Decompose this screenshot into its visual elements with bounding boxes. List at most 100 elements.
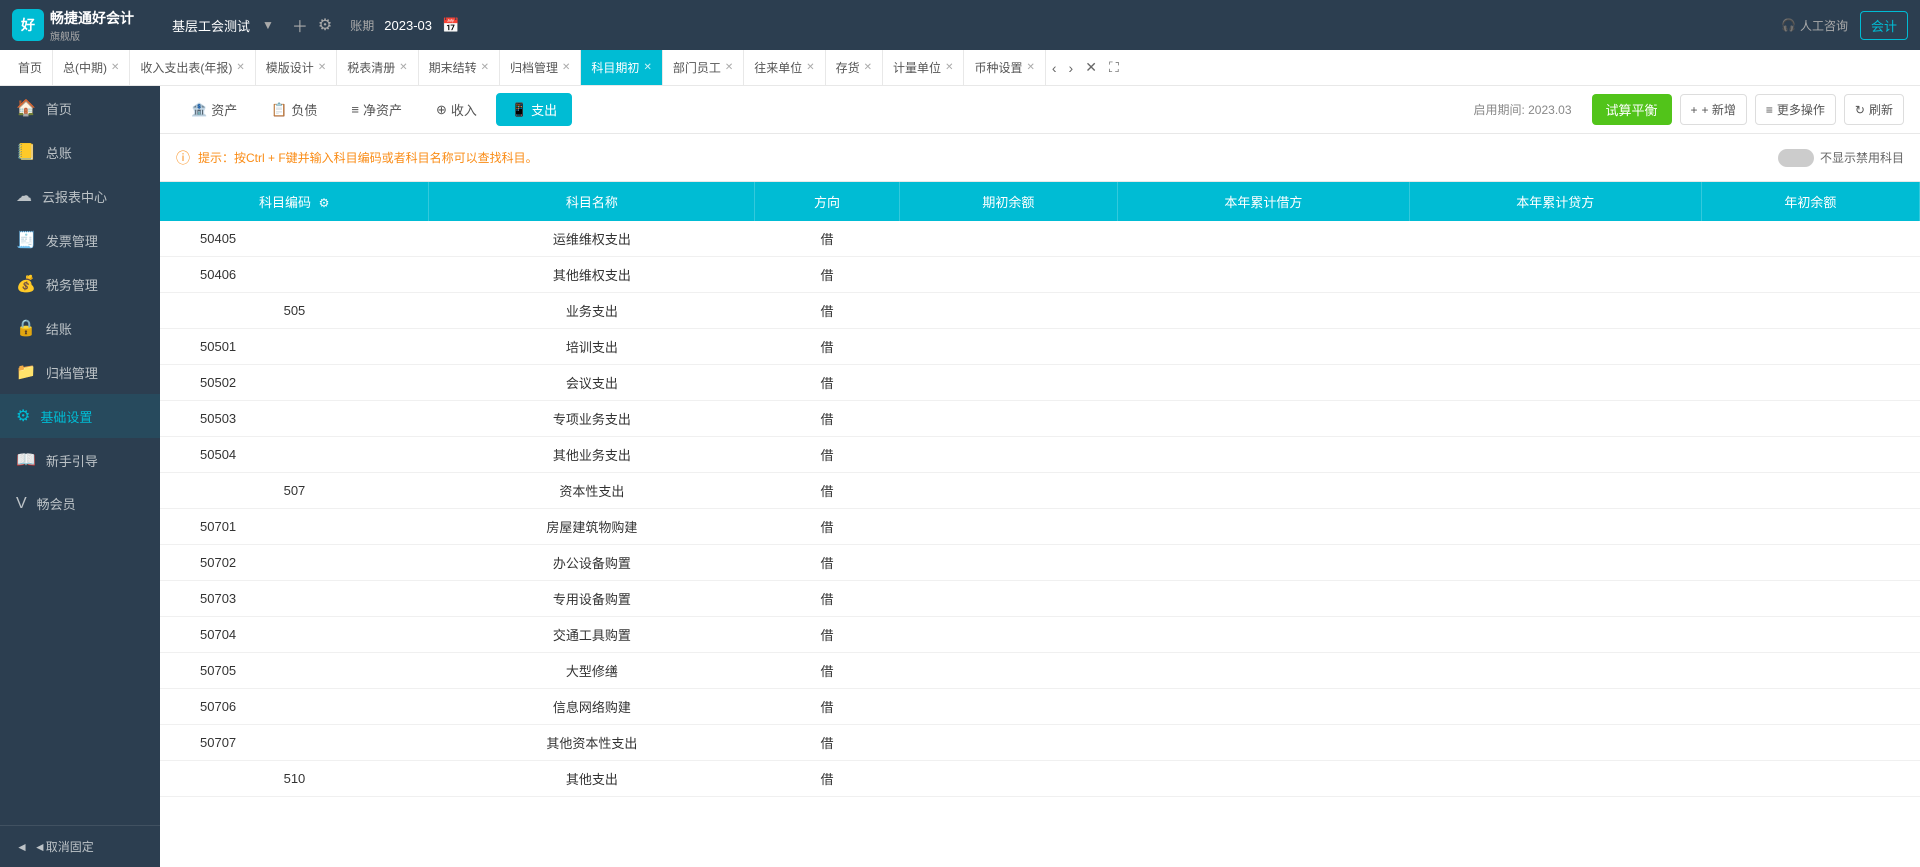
tip-text: 提示：按Ctrl + F键并输入科目编码或者科目名称可以查找科目。 (198, 149, 538, 166)
tab-close-icon[interactable]: ✕ (864, 62, 872, 73)
sidebar-item-guide[interactable]: 📖 新手引导 (0, 438, 160, 482)
cell-ytd-debit (1118, 653, 1410, 689)
table-row[interactable]: 50705大型修缮借 (160, 653, 1920, 689)
table-row[interactable]: 50501培训支出借 (160, 329, 1920, 365)
sub-tab-expense[interactable]: 📱 支出 (496, 93, 572, 126)
table-row[interactable]: 50405运维维权支出借 (160, 221, 1920, 257)
settings-col-icon[interactable]: ⚙ (319, 196, 330, 210)
tab-department[interactable]: 部门员工 ✕ (663, 50, 744, 86)
cell-name: 专项业务支出 (429, 401, 755, 437)
tab-contacts[interactable]: 往来单位 ✕ (744, 50, 825, 86)
cell-code: 50705 (160, 653, 429, 689)
tab-currency[interactable]: 币种设置 ✕ (964, 50, 1045, 86)
tab-income-annual[interactable]: 收入支出表(年报) ✕ (130, 50, 255, 86)
cell-ytd-credit (1409, 329, 1701, 365)
tab-close-icon[interactable]: ✕ (643, 62, 651, 73)
sidebar-item-home[interactable]: 🏠 首页 (0, 86, 160, 130)
cell-dir: 借 (755, 293, 900, 329)
refresh-button[interactable]: ↻ 刷新 (1844, 94, 1904, 125)
sidebar-collapse-button[interactable]: ◄ ◄取消固定 (0, 825, 160, 867)
add-button[interactable]: + + 新增 (1680, 94, 1747, 125)
cell-ytd-credit (1409, 473, 1701, 509)
tab-unit[interactable]: 计量单位 ✕ (883, 50, 964, 86)
sidebar-item-invoice[interactable]: 🧾 发票管理 (0, 218, 160, 262)
tab-next-icon[interactable]: › (1063, 60, 1080, 76)
table-row[interactable]: 50502会议支出借 (160, 365, 1920, 401)
table-row[interactable]: 50702办公设备购置借 (160, 545, 1920, 581)
tab-close-icon[interactable]: ✕ (1026, 62, 1034, 73)
disable-toggle[interactable] (1778, 149, 1814, 167)
account-button[interactable]: 会计 (1860, 11, 1908, 40)
tab-close-icon[interactable]: ✕ (562, 62, 570, 73)
tab-expand-icon[interactable]: ⛶ (1103, 59, 1125, 76)
toolbar: ⓘ 提示：按Ctrl + F键并输入科目编码或者科目名称可以查找科目。 不显示禁… (160, 134, 1920, 182)
tab-subject-initial[interactable]: 科目期初 ✕ (581, 50, 662, 86)
dropdown-icon[interactable]: ▼ (262, 18, 274, 32)
sub-tab-liability[interactable]: 📋 负债 (256, 93, 332, 126)
cloud-icon: ☁ (16, 186, 32, 206)
cell-ytd-debit (1118, 509, 1410, 545)
cell-ytd-credit (1409, 617, 1701, 653)
company-name[interactable]: 基层工会测试 (172, 16, 250, 35)
table-row[interactable]: 50701房屋建筑物购建借 (160, 509, 1920, 545)
table-row[interactable]: 505业务支出借 (160, 293, 1920, 329)
help-button[interactable]: 🎧 人工咨询 (1781, 17, 1848, 34)
tab-close-icon[interactable]: ✕ (806, 62, 814, 73)
sidebar-item-membership[interactable]: V 畅会员 (0, 482, 160, 525)
more-button[interactable]: ≡ 更多操作 (1755, 94, 1836, 125)
table-row[interactable]: 50706信息网络购建借 (160, 689, 1920, 725)
table-row[interactable]: 50703专用设备购置借 (160, 581, 1920, 617)
table-row[interactable]: 507资本性支出借 (160, 473, 1920, 509)
sub-tab-income[interactable]: ⊕ 收入 (421, 93, 492, 126)
tab-inventory[interactable]: 存货 ✕ (826, 50, 883, 86)
tab-bar: 首页 总(中期) ✕ 收入支出表(年报) ✕ 模版设计 ✕ 税表清册 ✕ 期末结… (0, 50, 1920, 86)
sidebar-item-archive[interactable]: 📁 归档管理 (0, 350, 160, 394)
cell-ytd-credit (1409, 581, 1701, 617)
archive-icon: 📁 (16, 362, 36, 382)
tab-home[interactable]: 首页 (8, 50, 53, 86)
sidebar-item-close-account[interactable]: 🔒 结账 (0, 306, 160, 350)
sidebar-item-tax[interactable]: 💰 税务管理 (0, 262, 160, 306)
tab-period-close[interactable]: 期末结转 ✕ (419, 50, 500, 86)
sidebar-item-cloud-report[interactable]: ☁ 云报表中心 (0, 174, 160, 218)
sidebar-item-basic-settings[interactable]: ⚙ 基础设置 (0, 394, 160, 438)
tab-label: 首页 (18, 59, 42, 76)
cell-initial (899, 257, 1117, 293)
cell-dir: 借 (755, 437, 900, 473)
table-row[interactable]: 50707其他资本性支出借 (160, 725, 1920, 761)
cell-year-initial (1701, 257, 1919, 293)
add-tab-icon[interactable]: ＋ (292, 13, 308, 37)
cell-year-initial (1701, 473, 1919, 509)
table-row[interactable]: 510其他支出借 (160, 761, 1920, 797)
tab-tax-list[interactable]: 税表清册 ✕ (337, 50, 418, 86)
sub-tab-asset[interactable]: 🏦 资产 (176, 93, 252, 126)
table-row[interactable]: 50503专项业务支出借 (160, 401, 1920, 437)
settings-icon[interactable]: ⚙ (318, 15, 332, 35)
refresh-icon: ↻ (1855, 103, 1865, 117)
tab-close-icon[interactable]: ✕ (318, 62, 326, 73)
tab-close-icon[interactable]: ✕ (481, 62, 489, 73)
sub-tab-net-asset[interactable]: ≡ 净资产 (336, 93, 417, 126)
balance-button[interactable]: 试算平衡 (1592, 94, 1672, 125)
tab-prev-icon[interactable]: ‹ (1046, 60, 1063, 76)
tab-total-period[interactable]: 总(中期) ✕ (53, 50, 130, 86)
tab-close-icon[interactable]: ✕ (945, 62, 953, 73)
period-value: 2023-03 (384, 18, 432, 33)
cell-code: 507 (160, 473, 429, 509)
table-row[interactable]: 50704交通工具购置借 (160, 617, 1920, 653)
tab-template-design[interactable]: 模版设计 ✕ (256, 50, 337, 86)
sidebar-item-label: 发票管理 (46, 231, 98, 250)
tab-close-icon[interactable]: ✕ (236, 62, 244, 73)
tab-close-icon[interactable]: ✕ (399, 62, 407, 73)
table-row[interactable]: 50504其他业务支出借 (160, 437, 1920, 473)
tab-close-all-icon[interactable]: ✕ (1079, 59, 1103, 76)
cell-ytd-debit (1118, 293, 1410, 329)
tab-close-icon[interactable]: ✕ (111, 62, 119, 73)
calendar-icon[interactable]: 📅 (442, 17, 459, 34)
period-label: 账期 (350, 17, 374, 34)
tab-close-icon[interactable]: ✕ (725, 62, 733, 73)
table-row[interactable]: 50406其他维权支出借 (160, 257, 1920, 293)
tab-archive[interactable]: 归档管理 ✕ (500, 50, 581, 86)
sidebar-item-ledger[interactable]: 📒 总账 (0, 130, 160, 174)
sub-tab-label: 资产 (211, 100, 237, 119)
